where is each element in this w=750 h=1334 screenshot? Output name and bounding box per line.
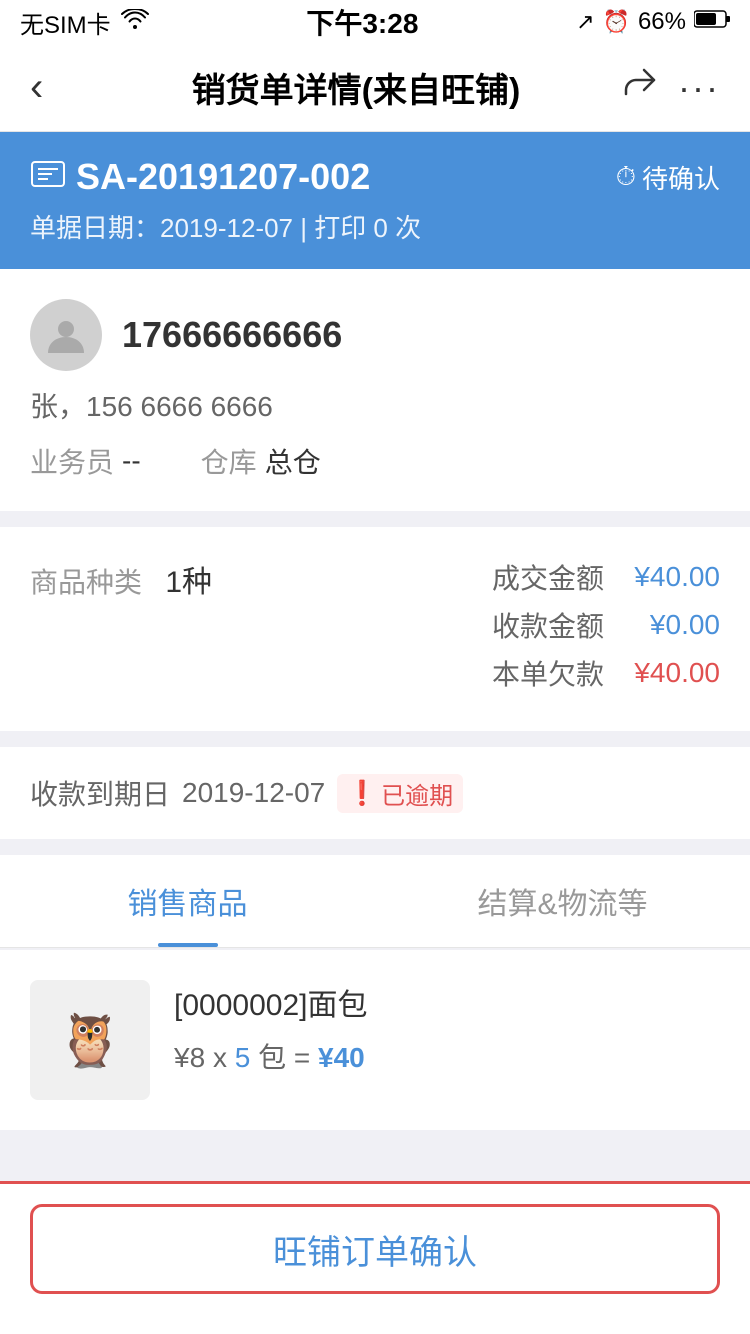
price-unit: ¥8 — [174, 1042, 205, 1073]
more-icon[interactable]: ··· — [678, 67, 720, 109]
product-item: 🦉 [0000002]面包 ¥8 x 5 包 = ¥40 — [0, 950, 750, 1130]
customer-name: 张，156 6666 6666 — [30, 385, 720, 425]
received-value: ¥0.00 — [620, 609, 720, 641]
due-date-value: 2019-12-07 — [182, 777, 325, 809]
amount-label: 成交金额 — [492, 557, 604, 597]
status-right: ↗ ⏰ 66% — [576, 8, 730, 36]
location-icon: ↗ — [576, 9, 594, 35]
product-thumb-logo: 🦉 — [58, 1010, 123, 1071]
page-title: 销货单详情(来自旺铺) — [192, 63, 521, 112]
product-type-value: 1种 — [165, 566, 212, 599]
summary-amounts: 成交金额 ¥40.00 收款金额 ¥0.00 本单欠款 ¥40.00 — [492, 557, 720, 701]
amount-row: 成交金额 ¥40.00 — [492, 557, 720, 597]
status-bar: 无SIM卡 下午3:28 ↗ ⏰ 66% — [0, 0, 750, 44]
due-date-card: 收款到期日 2019-12-07 ❗ 已逾期 — [0, 747, 750, 839]
back-button[interactable]: ‹ — [30, 65, 90, 110]
received-row: 收款金额 ¥0.00 — [492, 605, 720, 645]
received-label: 收款金额 — [492, 605, 604, 645]
product-thumbnail: 🦉 — [30, 980, 150, 1100]
battery-icon — [694, 8, 730, 36]
wifi-icon — [121, 8, 149, 36]
customer-meta: 业务员 -- 仓库 总仓 — [30, 441, 720, 481]
sales-value: -- — [122, 445, 141, 477]
nav-actions: ··· — [622, 66, 720, 110]
tab-settle[interactable]: 结算&物流等 — [375, 855, 750, 947]
order-id: SA-20191207-002 — [30, 156, 370, 198]
summary-card: 商品种类 1种 成交金额 ¥40.00 收款金额 ¥0.00 本单欠款 ¥40.… — [0, 527, 750, 731]
product-type: 商品种类 1种 — [30, 557, 212, 601]
battery-text: 66% — [638, 8, 686, 36]
sales-item: 业务员 -- — [30, 441, 141, 481]
clock-icon: ⏱ — [616, 161, 636, 193]
overdue-badge: ❗ 已逾期 — [337, 774, 463, 813]
product-name: [0000002]面包 — [174, 980, 720, 1024]
customer-phone: 17666666666 — [122, 314, 342, 356]
overdue-icon: ❗ — [347, 779, 377, 808]
order-meta: 单据日期：2019-12-07 | 打印 0 次 — [30, 208, 720, 245]
unit-text: 包 — [258, 1042, 286, 1073]
nav-bar: ‹ 销货单详情(来自旺铺) ··· — [0, 44, 750, 132]
quantity: 5 — [235, 1042, 251, 1073]
order-header: SA-20191207-002 ⏱ 待确认 单据日期：2019-12-07 | … — [0, 132, 750, 269]
multiply-symbol: x — [213, 1042, 235, 1073]
product-total: ¥40 — [318, 1042, 365, 1073]
order-status: ⏱ 待确认 — [616, 159, 720, 196]
amount-value: ¥40.00 — [620, 561, 720, 593]
tab-bar: 销售商品 结算&物流等 — [0, 855, 750, 948]
owed-label: 本单欠款 — [492, 653, 604, 693]
order-icon — [30, 159, 66, 196]
equals-symbol: = — [294, 1042, 318, 1073]
product-info: [0000002]面包 ¥8 x 5 包 = ¥40 — [174, 980, 720, 1076]
owed-row: 本单欠款 ¥40.00 — [492, 653, 720, 693]
warehouse-label: 仓库 — [201, 441, 257, 481]
status-left: 无SIM卡 — [20, 5, 149, 40]
tab-sales[interactable]: 销售商品 — [0, 855, 375, 947]
owed-value: ¥40.00 — [620, 657, 720, 689]
carrier-text: 无SIM卡 — [20, 5, 111, 40]
warehouse-item: 仓库 总仓 — [201, 441, 321, 481]
alarm-icon: ⏰ — [603, 9, 630, 35]
status-time: 下午3:28 — [306, 2, 418, 42]
product-type-label: 商品种类 — [30, 567, 142, 598]
due-label: 收款到期日 — [30, 773, 170, 813]
confirm-button-wrap: 旺铺订单确认 — [0, 1181, 750, 1334]
avatar — [30, 299, 102, 371]
product-price: ¥8 x 5 包 = ¥40 — [174, 1036, 720, 1076]
customer-card: 17666666666 张，156 6666 6666 业务员 -- 仓库 总仓 — [0, 269, 750, 511]
sales-label: 业务员 — [30, 441, 114, 481]
overdue-text: 已逾期 — [381, 776, 453, 811]
warehouse-value: 总仓 — [265, 441, 321, 481]
confirm-order-button[interactable]: 旺铺订单确认 — [30, 1204, 720, 1294]
share-icon[interactable] — [622, 66, 658, 110]
